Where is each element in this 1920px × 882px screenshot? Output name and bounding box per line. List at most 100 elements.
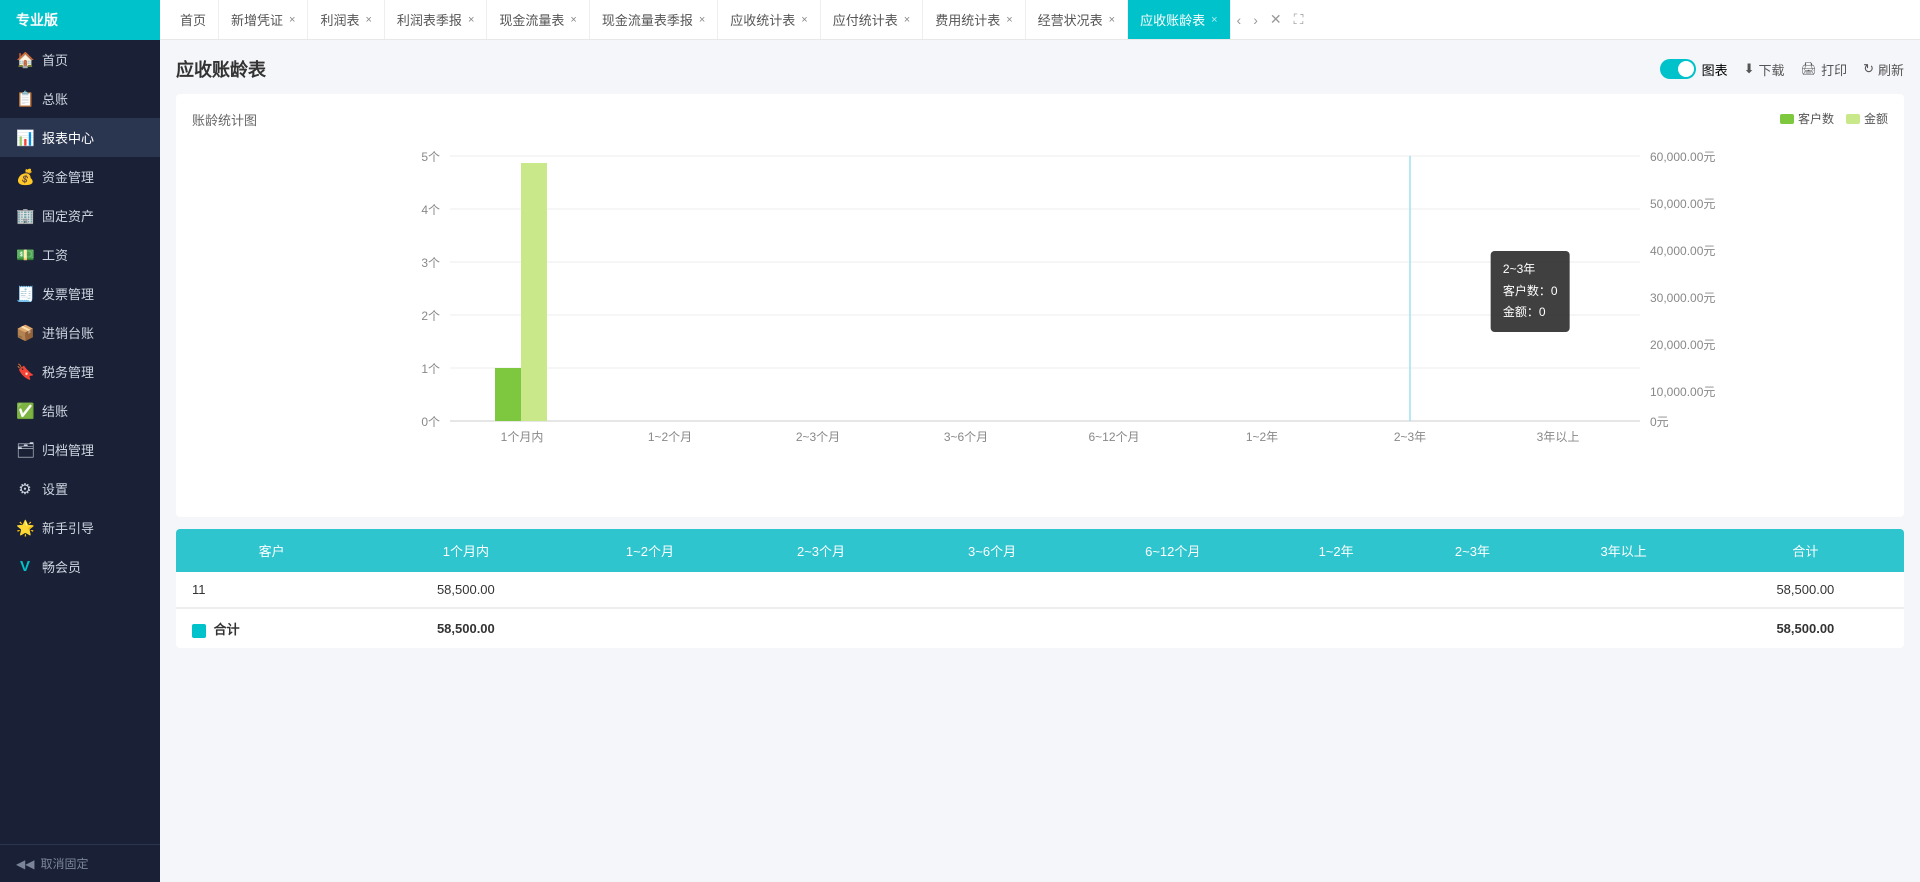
page-title: 应收账龄表 <box>176 56 266 82</box>
sidebar-item-label: 新手引导 <box>42 518 94 537</box>
sidebar-item-settings[interactable]: ⚙ 设置 <box>0 469 160 508</box>
col-y3plus: 3年以上 <box>1541 529 1707 572</box>
tab-close-all-button[interactable]: ✕ <box>1264 0 1288 39</box>
tab-receivable-stats[interactable]: 应收统计表 × <box>718 0 820 39</box>
sidebar-item-assets[interactable]: 🏢 固定资产 <box>0 196 160 235</box>
svg-text:3个: 3个 <box>421 256 440 270</box>
footer-y3plus <box>1541 608 1707 648</box>
cell-m23 <box>735 572 906 608</box>
download-button[interactable]: ⬇ 下载 <box>1744 60 1785 79</box>
bar-amount-1 <box>521 163 547 421</box>
refresh-button[interactable]: ↻ 刷新 <box>1863 60 1904 79</box>
svg-text:6~12个月: 6~12个月 <box>1088 430 1139 444</box>
tab-label: 应收账龄表 <box>1140 10 1205 29</box>
svg-text:1个月内: 1个月内 <box>501 430 544 444</box>
footer-m612 <box>1078 608 1268 648</box>
table-footer-row: 合计 58,500.00 58,500.00 <box>176 608 1904 648</box>
sidebar-item-reports[interactable]: 📊 报表中心 <box>0 118 160 157</box>
tab-profit[interactable]: 利润表 × <box>308 0 384 39</box>
tab-new-voucher[interactable]: 新增凭证 × <box>219 0 308 39</box>
tab-close-icon[interactable]: × <box>468 14 474 26</box>
tab-bar: 首页 新增凭证 × 利润表 × 利润表季报 × 现金流量表 × 现金流量表季报 … <box>160 0 1920 40</box>
sidebar-item-inventory[interactable]: 📦 进销台账 <box>0 313 160 352</box>
tab-close-icon[interactable]: × <box>1109 14 1115 26</box>
col-m36: 3~6个月 <box>907 529 1078 572</box>
svg-text:60,000.00元: 60,000.00元 <box>1650 150 1715 164</box>
sidebar-item-label: 进销台账 <box>42 323 94 342</box>
bar-customers-1 <box>495 368 521 421</box>
svg-text:10,000.00元: 10,000.00元 <box>1650 385 1715 399</box>
svg-text:1个: 1个 <box>421 362 440 376</box>
sidebar-logo: 专业版 <box>0 0 160 40</box>
tab-cashflow-quarterly[interactable]: 现金流量表季报 × <box>590 0 718 39</box>
tab-cashflow[interactable]: 现金流量表 × <box>487 0 589 39</box>
tab-expand-button[interactable]: ⛶ <box>1288 0 1310 39</box>
tab-expense-stats[interactable]: 费用统计表 × <box>923 0 1025 39</box>
refresh-icon: ↻ <box>1863 61 1874 77</box>
svg-text:3年以上: 3年以上 <box>1537 430 1580 444</box>
sidebar-item-home[interactable]: 🏠 首页 <box>0 40 160 79</box>
table-header-row: 客户 1个月内 1~2个月 2~3个月 3~6个月 6~12个月 1~2年 2~… <box>176 529 1904 572</box>
refresh-label: 刷新 <box>1878 60 1904 79</box>
sidebar-item-invoice[interactable]: 🧾 发票管理 <box>0 274 160 313</box>
footer-y23 <box>1404 608 1540 648</box>
cell-m1: 58,500.00 <box>367 572 564 608</box>
tab-label: 应收统计表 <box>730 10 795 29</box>
sidebar-item-label: 报表中心 <box>42 128 94 147</box>
svg-text:20,000.00元: 20,000.00元 <box>1650 338 1715 352</box>
tab-label: 费用统计表 <box>935 10 1000 29</box>
col-m23: 2~3个月 <box>735 529 906 572</box>
tab-close-icon[interactable]: × <box>699 14 705 26</box>
tab-close-icon[interactable]: × <box>801 14 807 26</box>
sidebar-item-label: 归档管理 <box>42 440 94 459</box>
svg-text:30,000.00元: 30,000.00元 <box>1650 291 1715 305</box>
sidebar-item-label: 结账 <box>42 401 68 420</box>
sidebar-item-funds[interactable]: 💰 资金管理 <box>0 157 160 196</box>
print-button[interactable]: 🖨 打印 <box>1801 60 1848 79</box>
tab-receivable-aging[interactable]: 应收账龄表 × <box>1128 0 1230 39</box>
sidebar-item-closing[interactable]: ✅ 结账 <box>0 391 160 430</box>
member-icon: V <box>16 558 34 575</box>
tab-close-icon[interactable]: × <box>289 14 295 26</box>
table-row: 11 58,500.00 58,500.00 <box>176 572 1904 608</box>
sidebar-item-label: 固定资产 <box>42 206 94 225</box>
tab-next-button[interactable]: › <box>1247 0 1264 39</box>
sidebar: 专业版 🏠 首页 📋 总账 📊 报表中心 💰 资金管理 🏢 固定资产 💵 工资 … <box>0 0 160 882</box>
sidebar-item-archive[interactable]: 🗂 归档管理 <box>0 430 160 469</box>
sidebar-item-tax[interactable]: 🔖 税务管理 <box>0 352 160 391</box>
legend-customers: 客户数 <box>1780 110 1834 127</box>
col-m612: 6~12个月 <box>1078 529 1268 572</box>
sidebar-pin-toggle[interactable]: ◀◀ 取消固定 <box>0 844 160 882</box>
tab-prev-button[interactable]: ‹ <box>1231 0 1248 39</box>
tab-payable-stats[interactable]: 应付统计表 × <box>821 0 923 39</box>
sidebar-item-label: 总账 <box>42 89 68 108</box>
pin-icon: ◀◀ <box>16 857 34 871</box>
sidebar-item-member[interactable]: V 畅会员 <box>0 547 160 586</box>
tab-close-icon[interactable]: × <box>570 14 576 26</box>
sidebar-item-label: 税务管理 <box>42 362 94 381</box>
legend-amount-color <box>1846 114 1860 124</box>
tab-profit-quarterly[interactable]: 利润表季报 × <box>385 0 487 39</box>
sidebar-item-payroll[interactable]: 💵 工资 <box>0 235 160 274</box>
footer-m12 <box>564 608 735 648</box>
footer-m1: 58,500.00 <box>367 608 564 648</box>
sidebar-item-guide[interactable]: 🌟 新手引导 <box>0 508 160 547</box>
tab-label: 现金流量表季报 <box>602 10 693 29</box>
toggle-label: 图表 <box>1702 60 1728 79</box>
legend-customers-label: 客户数 <box>1798 110 1834 127</box>
tab-close-icon[interactable]: × <box>904 14 910 26</box>
tab-close-icon[interactable]: × <box>365 14 371 26</box>
tab-close-icon[interactable]: × <box>1006 14 1012 26</box>
sidebar-item-ledger[interactable]: 📋 总账 <box>0 79 160 118</box>
tab-operation-status[interactable]: 经营状况表 × <box>1026 0 1128 39</box>
chart-toggle[interactable] <box>1660 59 1696 79</box>
tab-home[interactable]: 首页 <box>168 0 219 39</box>
cell-y12 <box>1268 572 1404 608</box>
sidebar-item-label: 工资 <box>42 245 68 264</box>
funds-icon: 💰 <box>16 168 34 186</box>
chart-container: 账龄统计图 客户数 金额 5个 4个 3个 2个 1个 <box>176 94 1904 517</box>
print-icon: 🖨 <box>1801 61 1818 77</box>
tab-close-icon[interactable]: × <box>1211 14 1217 26</box>
guide-icon: 🌟 <box>16 519 34 537</box>
sidebar-item-label: 首页 <box>42 50 68 69</box>
